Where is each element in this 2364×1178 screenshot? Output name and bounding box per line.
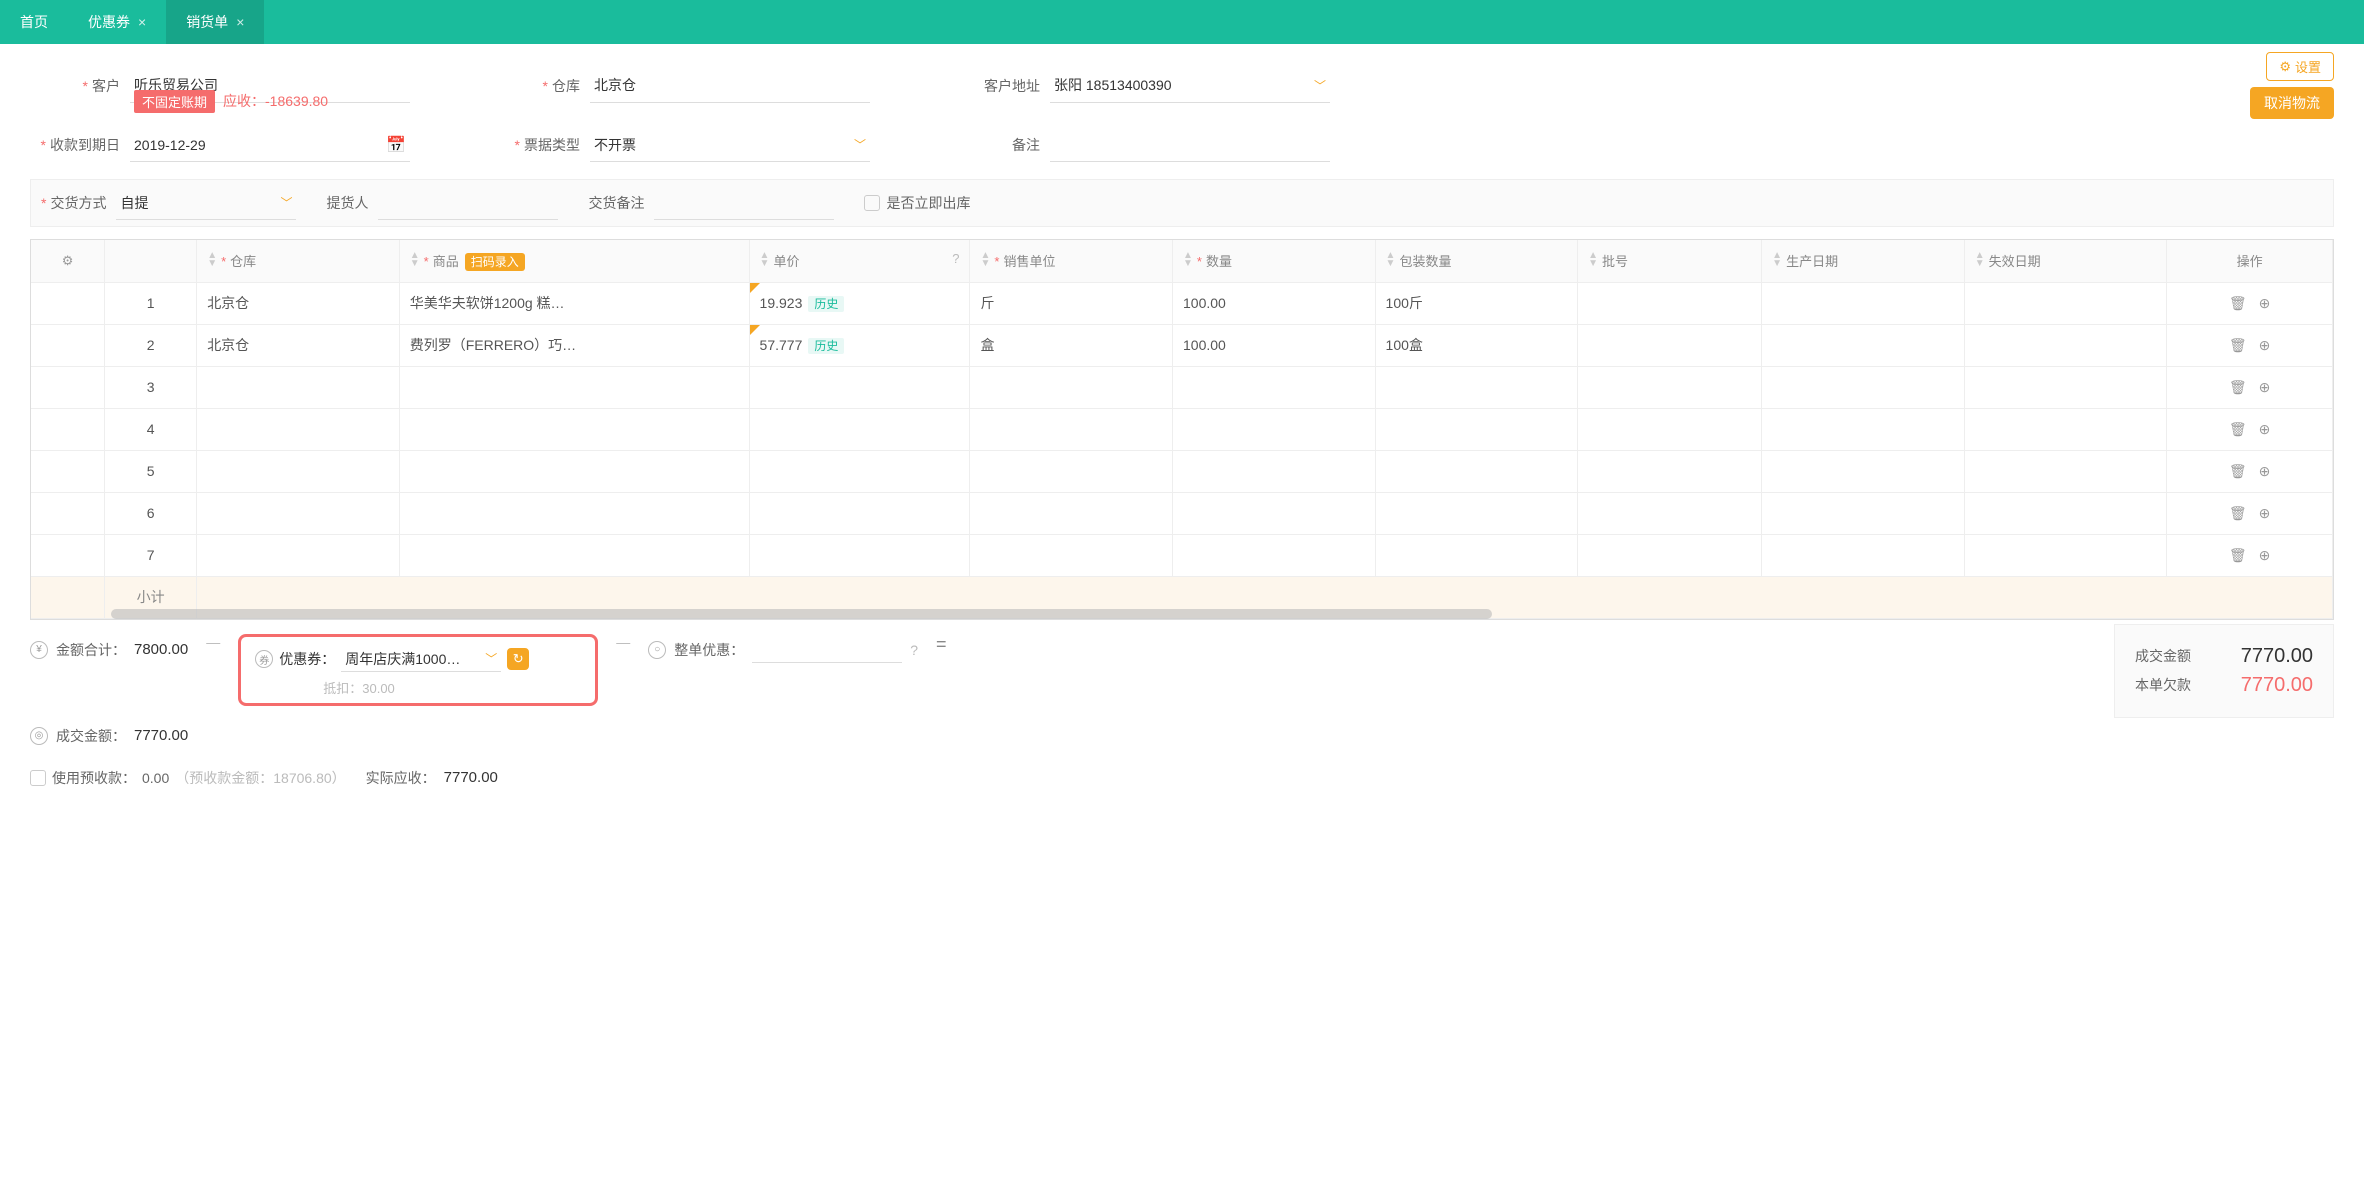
actual-value: 7770.00 (444, 769, 498, 786)
add-row-icon[interactable]: ⊕ (2259, 337, 2271, 354)
checkbox-icon (864, 195, 880, 211)
checkbox-icon (30, 770, 46, 786)
receivable-text: 应收：-18639.80 (223, 91, 328, 111)
invoice-label: 票据类型 (524, 137, 580, 153)
summary-owe-label: 本单欠款 (2135, 675, 2191, 695)
table-row[interactable]: 1北京仓华美华夫软饼1200g 糕…19.923历史斤100.00100斤🗑⊕ (31, 282, 2333, 324)
table-row[interactable]: 3🗑⊕ (31, 366, 2333, 408)
gear-icon[interactable]: ⚙ (62, 253, 74, 268)
coupon-icon: 券 (255, 650, 273, 668)
deduct-text: 抵扣：30.00 (255, 678, 581, 697)
help-icon[interactable]: ? (952, 251, 959, 266)
add-row-icon[interactable]: ⊕ (2259, 547, 2271, 564)
chevron-down-icon: ﹀ (1314, 77, 1326, 94)
coupon-label: 优惠券： (279, 649, 335, 669)
close-icon[interactable]: × (138, 14, 146, 30)
deal-icon: ◎ (30, 727, 48, 745)
remark-input[interactable] (1050, 128, 1330, 162)
tab-coupon[interactable]: 优惠券× (68, 0, 166, 44)
instant-out-checkbox[interactable]: 是否立即出库 (864, 193, 970, 213)
footer: ¥ 金额合计： 7800.00 — 券 优惠券： 周年店庆满1000… ﹀ ↻ … (0, 620, 2364, 720)
tab-sales-order[interactable]: 销货单× (166, 0, 264, 44)
currency-icon: ¥ (30, 641, 48, 659)
summary-box: 成交金额 7770.00 本单欠款 7770.00 (2114, 624, 2334, 718)
table-row[interactable]: 6🗑⊕ (31, 492, 2333, 534)
total-value: 7800.00 (134, 641, 188, 658)
discount-icon: ○ (648, 641, 666, 659)
delivery-note-label: 交货备注 (588, 195, 644, 211)
invoice-select[interactable]: 不开票﹀ (590, 128, 870, 162)
remark-label: 备注 (1012, 137, 1040, 153)
delivery-note-input[interactable] (654, 186, 834, 220)
delivery-bar: *交货方式 自提﹀ 提货人 交货备注 是否立即出库 (30, 179, 2334, 227)
equals-icon: = (936, 634, 947, 655)
due-date-label: 收款到期日 (50, 137, 120, 153)
delete-row-icon[interactable]: 🗑 (2229, 505, 2247, 522)
delivery-method-label: 交货方式 (50, 195, 106, 211)
delete-row-icon[interactable]: 🗑 (2229, 295, 2247, 312)
coupon-box: 券 优惠券： 周年店庆满1000… ﹀ ↻ 抵扣：30.00 (238, 634, 598, 706)
horizontal-scrollbar[interactable] (111, 609, 1492, 619)
coupon-select[interactable]: 周年店庆满1000… ﹀ (341, 647, 501, 672)
picker-label: 提货人 (326, 195, 368, 211)
summary-owe-value: 7770.00 (2241, 674, 2313, 697)
order-discount-label: 整单优惠： (674, 640, 744, 660)
tab-home[interactable]: 首页 (0, 0, 68, 44)
actual-label: 实际应收： (366, 768, 436, 788)
delete-row-icon[interactable]: 🗑 (2229, 379, 2247, 396)
cancel-logistics-button[interactable]: 取消物流 (2250, 87, 2334, 119)
deal-value: 7770.00 (134, 727, 188, 744)
add-row-icon[interactable]: ⊕ (2259, 421, 2271, 438)
deal-label: 成交金额： (56, 726, 126, 746)
items-table: ⚙ ▲▼*仓库 ▲▼*商品扫码录入 ▲▼单价? ▲▼*销售单位 ▲▼*数量 ▲▼… (30, 239, 2334, 620)
warehouse-select[interactable]: 北京仓 (590, 69, 870, 103)
address-select[interactable]: 张阳 18513400390﹀ (1050, 69, 1330, 103)
table-row[interactable]: 7🗑⊕ (31, 534, 2333, 576)
table-row[interactable]: 4🗑⊕ (31, 408, 2333, 450)
summary-deal-label: 成交金额 (2135, 646, 2191, 666)
settings-button[interactable]: ⚙ 设置 (2266, 52, 2334, 81)
add-row-icon[interactable]: ⊕ (2259, 295, 2271, 312)
refresh-coupon-button[interactable]: ↻ (507, 648, 529, 670)
delete-row-icon[interactable]: 🗑 (2229, 421, 2247, 438)
order-discount-input[interactable] (752, 637, 902, 663)
help-icon[interactable]: ? (910, 642, 918, 658)
tab-bar: 首页 优惠券× 销货单× (0, 0, 2364, 44)
chevron-down-icon: ﹀ (485, 650, 497, 667)
add-row-icon[interactable]: ⊕ (2259, 463, 2271, 480)
chevron-down-icon: ﹀ (854, 136, 866, 153)
close-icon[interactable]: × (236, 14, 244, 30)
delivery-method-select[interactable]: 自提﹀ (116, 186, 296, 220)
table-row[interactable]: 5🗑⊕ (31, 450, 2333, 492)
form-area: *客户 听乐贸易公司 *仓库 北京仓 客户地址 张阳 18513400390﹀ … (0, 44, 2364, 167)
summary-deal-value: 7770.00 (2241, 645, 2313, 668)
total-label: 金额合计： (56, 640, 126, 660)
chevron-down-icon: ﹀ (280, 194, 292, 211)
delete-row-icon[interactable]: 🗑 (2229, 337, 2247, 354)
calendar-icon: 📅 (386, 135, 406, 155)
delete-row-icon[interactable]: 🗑 (2229, 463, 2247, 480)
picker-input[interactable] (378, 186, 558, 220)
address-label: 客户地址 (984, 78, 1040, 94)
use-prepay-checkbox[interactable]: 使用预收款： 0.00 （预收款金额：18706.80） (30, 768, 346, 788)
scan-input-button[interactable]: 扫码录入 (465, 253, 525, 271)
delete-row-icon[interactable]: 🗑 (2229, 547, 2247, 564)
add-row-icon[interactable]: ⊕ (2259, 505, 2271, 522)
period-badge: 不固定账期 (134, 90, 215, 113)
table-row[interactable]: 2北京仓费列罗（FERRERO）巧…57.777历史盒100.00100盒🗑⊕ (31, 324, 2333, 366)
customer-label: 客户 (92, 78, 120, 94)
due-date-input[interactable]: 2019-12-29📅 (130, 128, 410, 162)
prepay-hint: （预收款金额：18706.80） (175, 768, 345, 788)
add-row-icon[interactable]: ⊕ (2259, 379, 2271, 396)
warehouse-label: 仓库 (552, 78, 580, 94)
